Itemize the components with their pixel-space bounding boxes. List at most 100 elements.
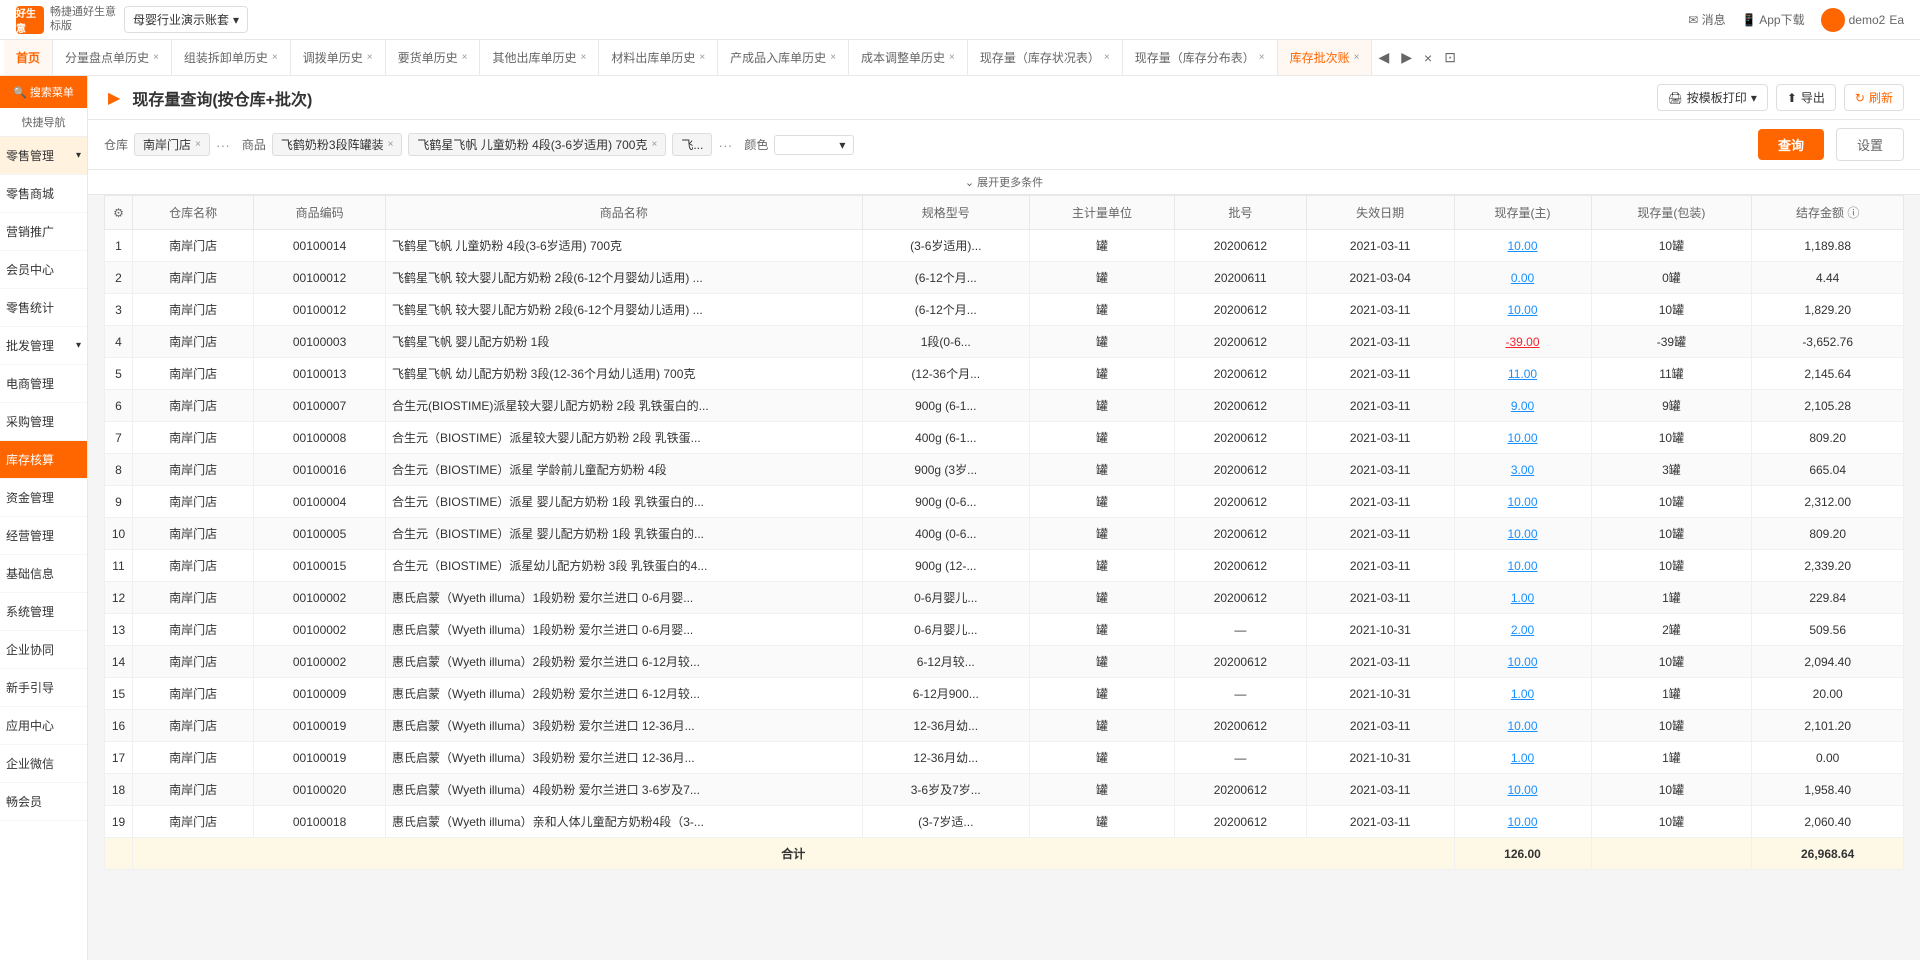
- cell-qty-main[interactable]: 2.00: [1454, 614, 1591, 646]
- tab-home[interactable]: 首页: [4, 40, 53, 76]
- warehouse-more-icon[interactable]: ···: [216, 137, 230, 153]
- tab-4[interactable]: 要货单历史 ×: [386, 40, 481, 76]
- tab-next-btn[interactable]: ▶: [1395, 49, 1418, 66]
- sidebar-item-enterprise-collab[interactable]: 企业协同: [0, 631, 87, 669]
- cell-qty-main[interactable]: 10.00: [1454, 710, 1591, 742]
- tab-7[interactable]: 产成品入库单历史 ×: [718, 40, 849, 76]
- sidebar-item-inventory[interactable]: 库存核算: [0, 441, 87, 479]
- tab-close-7[interactable]: ×: [830, 52, 836, 63]
- sidebar-item-wholesale[interactable]: 批发管理 ▾: [0, 327, 87, 365]
- account-selector[interactable]: 母婴行业演示账套 ▾: [124, 6, 248, 33]
- tab-3[interactable]: 调拨单历史 ×: [291, 40, 386, 76]
- sidebar-item-app-center[interactable]: 应用中心: [0, 707, 87, 745]
- tab-close-11[interactable]: ×: [1354, 52, 1360, 63]
- template-print-button[interactable]: 🖨 按模板打印 ▾: [1657, 84, 1768, 111]
- tab-close-9[interactable]: ×: [1104, 52, 1110, 63]
- tab-10[interactable]: 现存量（库存分布表） ×: [1123, 40, 1278, 76]
- cell-qty-main[interactable]: 10.00: [1454, 518, 1591, 550]
- query-button[interactable]: 查询: [1758, 129, 1824, 160]
- tab-2[interactable]: 组装拆卸单历史 ×: [172, 40, 291, 76]
- sidebar-item-system[interactable]: 系统管理: [0, 593, 87, 631]
- refresh-button[interactable]: ↻ 刷新: [1844, 84, 1904, 111]
- cell-qty-main[interactable]: 10.00: [1454, 550, 1591, 582]
- tab-close-4[interactable]: ×: [462, 52, 468, 63]
- cell-batch: —: [1174, 614, 1306, 646]
- export-button[interactable]: ⬆ 导出: [1776, 84, 1836, 111]
- cell-amount: 229.84: [1752, 582, 1904, 614]
- tab-fullscreen-btn[interactable]: ⊡: [1438, 49, 1462, 66]
- sidebar-item-guide[interactable]: 新手引导: [0, 669, 87, 707]
- cell-qty-main[interactable]: 10.00: [1454, 486, 1591, 518]
- user-avatar[interactable]: demo2 Ea: [1821, 8, 1904, 32]
- search-menu-button[interactable]: 🔍 搜索菜单: [0, 76, 87, 108]
- cell-qty-main[interactable]: 10.00: [1454, 422, 1591, 454]
- tab-5[interactable]: 其他出库单历史 ×: [480, 40, 599, 76]
- tab-close-3[interactable]: ×: [367, 52, 373, 63]
- sidebar-item-management[interactable]: 经营管理: [0, 517, 87, 555]
- sidebar-item-member-program[interactable]: 畅会员: [0, 783, 87, 821]
- table-settings-col[interactable]: ⚙: [105, 196, 133, 230]
- app-download-button[interactable]: 📱 App下载: [1742, 11, 1805, 28]
- sidebar-item-enterprise-wechat[interactable]: 企业微信: [0, 745, 87, 783]
- cell-qty-main[interactable]: 10.00: [1454, 646, 1591, 678]
- sidebar-item-retail-management[interactable]: 零售管理 ▾: [0, 137, 87, 175]
- tab-11[interactable]: 库存批次账 ×: [1278, 40, 1373, 76]
- cell-code: 00100005: [254, 518, 386, 550]
- expand-more-bar[interactable]: ⌄ 展开更多条件: [88, 170, 1920, 195]
- sidebar-item-member[interactable]: 会员中心: [0, 251, 87, 289]
- cell-qty-main[interactable]: 11.00: [1454, 358, 1591, 390]
- tab-close-1[interactable]: ×: [153, 52, 159, 63]
- color-select[interactable]: ▾: [774, 135, 854, 155]
- sidebar-item-retail-store[interactable]: 零售商城: [0, 175, 87, 213]
- cell-spec: (12-36个月...: [862, 358, 1029, 390]
- settings-button[interactable]: 设置: [1836, 128, 1904, 161]
- cell-qty-main[interactable]: 10.00: [1454, 774, 1591, 806]
- sidebar-item-retail-stats[interactable]: 零售统计: [0, 289, 87, 327]
- sidebar-item-ecommerce[interactable]: 电商管理: [0, 365, 87, 403]
- cell-qty-main[interactable]: 3.00: [1454, 454, 1591, 486]
- goods-tag1-close[interactable]: ×: [388, 139, 394, 150]
- cell-qty-main[interactable]: 0.00: [1454, 262, 1591, 294]
- goods-tag-1[interactable]: 飞鹤奶粉3段阵罐装 ×: [272, 133, 403, 156]
- sidebar-item-purchase[interactable]: 采购管理: [0, 403, 87, 441]
- expand-sidebar-icon[interactable]: ▶: [104, 88, 124, 108]
- quick-nav-button[interactable]: 快捷导航: [0, 108, 87, 137]
- tab-close-2[interactable]: ×: [272, 52, 278, 63]
- cell-code: 00100018: [254, 806, 386, 838]
- page-header: ▶ 现存量查询(按仓库+批次) 🖨 按模板打印 ▾ ⬆ 导出 ↻ 刷新: [88, 76, 1920, 120]
- goods-more-icon[interactable]: ···: [718, 137, 732, 153]
- cell-code: 00100019: [254, 742, 386, 774]
- cell-batch: 20200612: [1174, 806, 1306, 838]
- cell-name: 惠氏启蒙（Wyeth illuma）3段奶粉 爱尔兰进口 12-36月...: [385, 742, 862, 774]
- warehouse-tag[interactable]: 南岸门店 ×: [134, 133, 210, 156]
- tab-prev-btn[interactable]: ◀: [1372, 49, 1395, 66]
- tab-close-10[interactable]: ×: [1259, 52, 1265, 63]
- warehouse-tag-close[interactable]: ×: [195, 139, 201, 150]
- tab-close-all-btn[interactable]: ×: [1418, 50, 1438, 66]
- tab-close-8[interactable]: ×: [949, 52, 955, 63]
- goods-tag-2[interactable]: 飞鹤星飞帆 儿童奶粉 4段(3-6岁适用) 700克 ×: [408, 133, 666, 156]
- sidebar-item-finance[interactable]: 资金管理: [0, 479, 87, 517]
- goods-tag2-close[interactable]: ×: [651, 139, 657, 150]
- sidebar-item-basic-info[interactable]: 基础信息: [0, 555, 87, 593]
- goods-tag-more[interactable]: 飞...: [672, 133, 712, 156]
- cell-qty-main[interactable]: 10.00: [1454, 294, 1591, 326]
- cell-qty-main[interactable]: 1.00: [1454, 742, 1591, 774]
- cell-batch: 20200612: [1174, 646, 1306, 678]
- tab-8[interactable]: 成本调整单历史 ×: [849, 40, 968, 76]
- cell-qty-main[interactable]: -39.00: [1454, 326, 1591, 358]
- cell-spec: 6-12月900...: [862, 678, 1029, 710]
- tab-6[interactable]: 材料出库单历史 ×: [599, 40, 718, 76]
- logo-area: 好生意 畅捷通好生意 标版: [16, 6, 116, 34]
- tab-9[interactable]: 现存量（库存状况表） ×: [968, 40, 1123, 76]
- cell-qty-main[interactable]: 1.00: [1454, 678, 1591, 710]
- cell-qty-main[interactable]: 10.00: [1454, 230, 1591, 262]
- tab-close-6[interactable]: ×: [699, 52, 705, 63]
- tab-1[interactable]: 分量盘点单历史 ×: [53, 40, 172, 76]
- tab-close-5[interactable]: ×: [580, 52, 586, 63]
- sidebar-item-marketing[interactable]: 营销推广: [0, 213, 87, 251]
- cell-qty-main[interactable]: 10.00: [1454, 806, 1591, 838]
- cell-qty-main[interactable]: 9.00: [1454, 390, 1591, 422]
- message-button[interactable]: ✉ 消息: [1688, 11, 1725, 28]
- cell-qty-main[interactable]: 1.00: [1454, 582, 1591, 614]
